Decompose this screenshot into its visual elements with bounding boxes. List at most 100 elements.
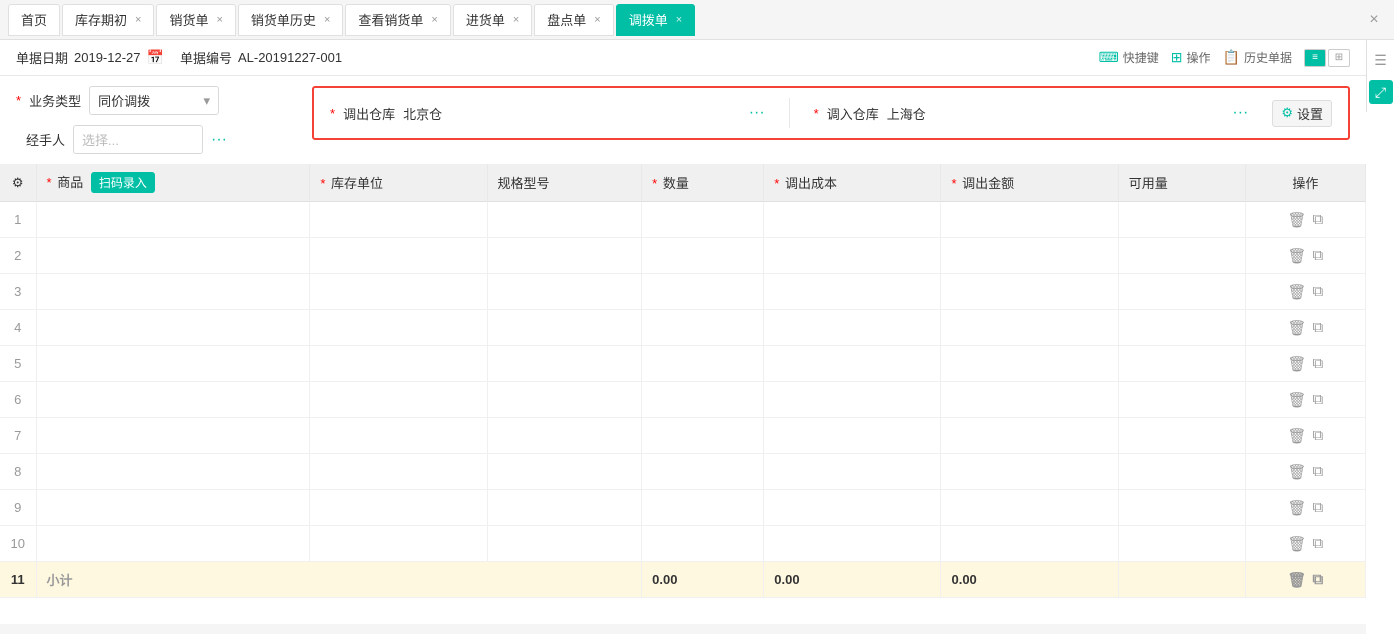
close-inventory-check[interactable]: × [594,14,600,26]
handler-select[interactable]: 选择... [73,125,203,154]
cell-amount[interactable] [941,274,1118,310]
cell-cost[interactable] [764,490,941,526]
tab-sales-order[interactable]: 销货单 × [156,4,235,36]
sidebar-list-icon[interactable]: ☰ [1369,48,1393,72]
delete-icon[interactable]: 🗑 [1287,283,1306,301]
delete-icon[interactable]: 🗑 [1287,247,1306,265]
cell-unit[interactable] [310,418,487,454]
cell-spec[interactable] [487,382,642,418]
view-toggle-list[interactable]: ≡ [1304,49,1326,67]
cell-product[interactable] [36,418,310,454]
transfer-in-value[interactable]: 上海仓 [887,104,926,123]
cell-product[interactable] [36,202,310,238]
copy-icon[interactable]: ⧉ [1313,571,1324,588]
delete-icon[interactable]: 🗑 [1287,499,1306,517]
cell-amount[interactable] [941,418,1118,454]
close-view-sales[interactable]: × [431,14,437,26]
cell-unit[interactable] [310,202,487,238]
cell-unit[interactable] [310,454,487,490]
delete-icon[interactable]: 🗑 [1287,211,1306,229]
shortcut-btn[interactable]: ⌨ 快捷键 [1099,49,1159,66]
cell-cost[interactable] [764,202,941,238]
settings-button[interactable]: ⚙ 设置 [1272,100,1332,127]
close-purchase-order[interactable]: × [513,14,519,26]
cell-product[interactable] [36,238,310,274]
tab-inventory-check[interactable]: 盘点单 × [534,4,613,36]
cell-quantity[interactable] [642,382,764,418]
operations-btn[interactable]: ⊞ 操作 [1171,49,1211,66]
tab-sales-history[interactable]: 销货单历史 × [238,4,343,36]
cell-spec[interactable] [487,238,642,274]
cell-available[interactable] [1118,310,1245,346]
tab-transfer-order[interactable]: 调拨单 × [616,4,695,36]
cell-product[interactable] [36,526,310,562]
cell-available[interactable] [1118,490,1245,526]
cell-quantity[interactable] [642,310,764,346]
history-btn[interactable]: 📋 历史单据 [1223,49,1292,66]
copy-icon[interactable]: ⧉ [1313,499,1324,516]
copy-icon[interactable]: ⧉ [1313,427,1324,444]
cell-amount[interactable] [941,526,1118,562]
tab-view-sales[interactable]: 查看销货单 × [345,4,450,36]
close-sales-order[interactable]: × [216,14,222,26]
close-sales-history[interactable]: × [324,14,330,26]
delete-icon[interactable]: 🗑 [1287,355,1306,373]
cell-cost[interactable] [764,418,941,454]
cell-unit[interactable] [310,238,487,274]
cell-amount[interactable] [941,238,1118,274]
cell-available[interactable] [1118,346,1245,382]
delete-icon[interactable]: 🗑 [1287,535,1306,553]
copy-icon[interactable]: ⧉ [1313,355,1324,372]
cell-available[interactable] [1118,202,1245,238]
cell-available[interactable] [1118,238,1245,274]
scan-button[interactable]: 扫码录入 [91,172,155,193]
cell-product[interactable] [36,274,310,310]
cell-cost[interactable] [764,526,941,562]
copy-icon[interactable]: ⧉ [1313,247,1324,264]
cell-amount[interactable] [941,310,1118,346]
cell-quantity[interactable] [642,202,764,238]
tab-purchase-order[interactable]: 进货单 × [453,4,532,36]
copy-icon[interactable]: ⧉ [1313,319,1324,336]
cell-available[interactable] [1118,274,1245,310]
cell-available[interactable] [1118,454,1245,490]
close-inventory-init[interactable]: × [135,14,141,26]
cell-unit[interactable] [310,382,487,418]
copy-icon[interactable]: ⧉ [1313,211,1324,228]
handler-more-btn[interactable]: ··· [211,131,227,149]
copy-icon[interactable]: ⧉ [1313,535,1324,552]
cell-unit[interactable] [310,490,487,526]
sidebar-expand-icon[interactable]: ⤢ [1369,80,1393,104]
cell-spec[interactable] [487,310,642,346]
cell-unit[interactable] [310,310,487,346]
cell-amount[interactable] [941,202,1118,238]
cell-quantity[interactable] [642,490,764,526]
transfer-in-more[interactable]: ··· [1232,104,1248,122]
delete-icon[interactable]: 🗑 [1287,427,1306,445]
delete-icon[interactable]: 🗑 [1287,319,1306,337]
view-toggle-grid[interactable]: ⊞ [1328,49,1350,67]
table-scroll-bar[interactable] [0,624,1366,634]
cell-cost[interactable] [764,310,941,346]
cell-spec[interactable] [487,202,642,238]
cell-spec[interactable] [487,418,642,454]
tab-inventory-init[interactable]: 库存期初 × [62,4,154,36]
cell-quantity[interactable] [642,238,764,274]
cell-unit[interactable] [310,346,487,382]
cell-product[interactable] [36,490,310,526]
transfer-out-value[interactable]: 北京仓 [403,104,442,123]
close-all-tabs[interactable]: × [1362,8,1386,32]
cell-product[interactable] [36,454,310,490]
cell-product[interactable] [36,346,310,382]
cell-cost[interactable] [764,382,941,418]
cell-available[interactable] [1118,382,1245,418]
doc-date-value[interactable]: 2019-12-27 [74,50,141,65]
cell-cost[interactable] [764,454,941,490]
cell-spec[interactable] [487,490,642,526]
delete-icon[interactable]: 🗑 [1287,391,1306,409]
cell-amount[interactable] [941,346,1118,382]
cell-spec[interactable] [487,274,642,310]
cell-quantity[interactable] [642,418,764,454]
cell-spec[interactable] [487,346,642,382]
cell-spec[interactable] [487,526,642,562]
